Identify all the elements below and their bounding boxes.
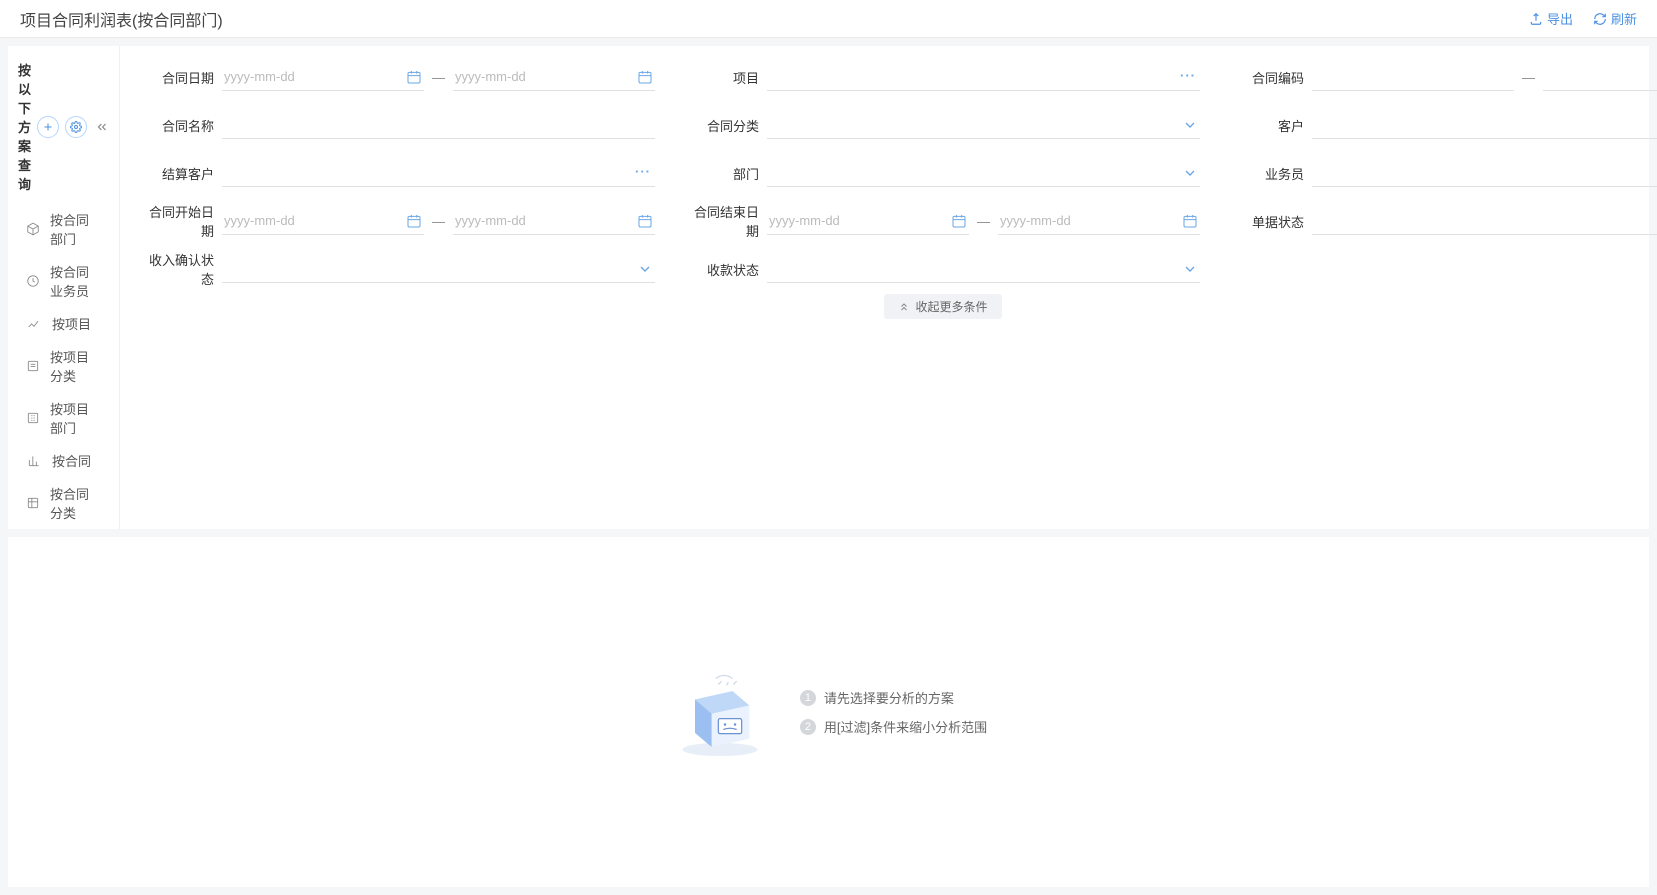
bar-icon [26, 453, 42, 469]
clock-icon [26, 273, 40, 289]
contract-start-from-input[interactable] [222, 207, 424, 235]
contract-end-label: 合同结束日期 [685, 202, 767, 240]
contract-category-label: 合同分类 [685, 116, 767, 135]
contract-date-end-input[interactable] [453, 63, 655, 91]
sidebar: 按以下方案查询 按合同部门 按合同业务员 按项目 [8, 46, 120, 529]
contract-code-label: 合同编码 [1230, 68, 1312, 87]
gear-icon [70, 121, 82, 133]
sidebar-item-label: 按项目部门 [50, 399, 101, 437]
filter-card: 按以下方案查询 按合同部门 按合同业务员 按项目 [8, 46, 1649, 529]
range-sep: — [1522, 70, 1535, 85]
sidebar-item-label: 按合同分类 [50, 484, 101, 522]
sidebar-item-by-project-category[interactable]: 按项目分类 [8, 340, 119, 392]
sidebar-item-label: 按合同部门 [50, 210, 101, 248]
contract-start-to-input[interactable] [453, 207, 655, 235]
customer-label: 客户 [1230, 116, 1312, 135]
export-button[interactable]: 导出 [1529, 9, 1573, 28]
filter-panel: 合同日期 — 项目 ··· [120, 46, 1657, 529]
revenue-status-label: 收入确认状态 [140, 250, 222, 288]
empty-tips: 1 请先选择要分析的方案 2 用[过滤]条件来缩小分析范围 [800, 688, 987, 736]
header-actions: 导出 刷新 [1529, 9, 1637, 28]
project-input[interactable] [767, 63, 1200, 91]
contract-end-to-input[interactable] [998, 207, 1200, 235]
page-title: 项目合同利润表(按合同部门) [20, 7, 223, 31]
refresh-button[interactable]: 刷新 [1593, 9, 1637, 28]
sidebar-list: 按合同部门 按合同业务员 按项目 按项目分类 按项目部门 按合同 [8, 203, 119, 529]
sidebar-item-by-project[interactable]: 按项目 [8, 307, 119, 340]
revenue-status-select[interactable] [222, 255, 655, 283]
collapse-sidebar-button[interactable] [95, 120, 109, 134]
chevrons-left-icon [95, 120, 109, 134]
sidebar-title: 按以下方案查询 [18, 60, 31, 193]
range-sep: — [432, 70, 445, 85]
range-sep: — [432, 214, 445, 229]
sidebar-item-by-project-dept[interactable]: 按项目部门 [8, 392, 119, 444]
refresh-label: 刷新 [1611, 9, 1637, 28]
export-icon [1529, 12, 1543, 26]
tip-number-1: 1 [800, 690, 816, 706]
contract-start-label: 合同开始日期 [140, 202, 222, 240]
department-label: 部门 [685, 164, 767, 183]
settle-customer-input[interactable] [222, 159, 655, 187]
building-icon [26, 410, 40, 426]
doc-status-label: 单据状态 [1230, 212, 1312, 231]
chart-icon [26, 316, 42, 332]
sidebar-item-label: 按项目分类 [50, 347, 101, 385]
contract-name-label: 合同名称 [140, 116, 222, 135]
project-label: 项目 [685, 68, 767, 87]
doc-status-select[interactable] [1312, 207, 1657, 235]
range-sep: — [977, 214, 990, 229]
contract-date-start-input[interactable] [222, 63, 424, 91]
tip-number-2: 2 [800, 719, 816, 735]
more-icon[interactable]: ··· [1180, 68, 1196, 83]
settings-scheme-button[interactable] [65, 116, 87, 138]
collapse-filters-button[interactable]: 收起更多条件 [884, 294, 1002, 319]
customer-input[interactable] [1312, 111, 1657, 139]
contract-category-select[interactable] [767, 111, 1200, 139]
contract-end-from-input[interactable] [767, 207, 969, 235]
collapse-label: 收起更多条件 [916, 298, 988, 315]
contract-name-input[interactable] [222, 111, 655, 139]
sidebar-item-by-contract-category[interactable]: 按合同分类 [8, 477, 119, 529]
sidebar-item-by-contract[interactable]: 按合同 [8, 444, 119, 477]
contract-code-end-input[interactable] [1543, 63, 1657, 91]
department-select[interactable] [767, 159, 1200, 187]
tip-text-1: 请先选择要分析的方案 [824, 688, 954, 707]
sidebar-item-label: 按合同业务员 [50, 262, 101, 300]
sidebar-item-label: 按项目 [52, 314, 91, 333]
list-icon [26, 358, 40, 374]
sidebar-item-label: 按合同 [52, 451, 91, 470]
settle-customer-label: 结算客户 [140, 164, 222, 183]
salesperson-label: 业务员 [1230, 164, 1312, 183]
add-scheme-button[interactable] [37, 116, 59, 138]
sidebar-item-by-contract-dept[interactable]: 按合同部门 [8, 203, 119, 255]
more-icon[interactable]: ··· [635, 164, 651, 179]
salesperson-input[interactable] [1312, 159, 1657, 187]
plus-icon [42, 121, 54, 133]
contract-code-start-input[interactable] [1312, 63, 1514, 91]
receipt-status-select[interactable] [767, 255, 1200, 283]
refresh-icon [1593, 12, 1607, 26]
contract-date-label: 合同日期 [140, 68, 222, 87]
empty-state: 1 请先选择要分析的方案 2 用[过滤]条件来缩小分析范围 [670, 657, 987, 767]
export-label: 导出 [1547, 9, 1573, 28]
page-header: 项目合同利润表(按合同部门) 导出 刷新 [0, 0, 1657, 38]
content-card: 1 请先选择要分析的方案 2 用[过滤]条件来缩小分析范围 [8, 537, 1649, 887]
empty-illustration [670, 657, 770, 767]
sidebar-header: 按以下方案查询 [8, 54, 119, 203]
tip-text-2: 用[过滤]条件来缩小分析范围 [824, 717, 987, 736]
sidebar-item-by-contract-sales[interactable]: 按合同业务员 [8, 255, 119, 307]
receipt-status-label: 收款状态 [685, 260, 767, 279]
chevrons-up-icon [898, 301, 910, 313]
cube-icon [26, 221, 40, 237]
grid-icon [26, 495, 40, 511]
